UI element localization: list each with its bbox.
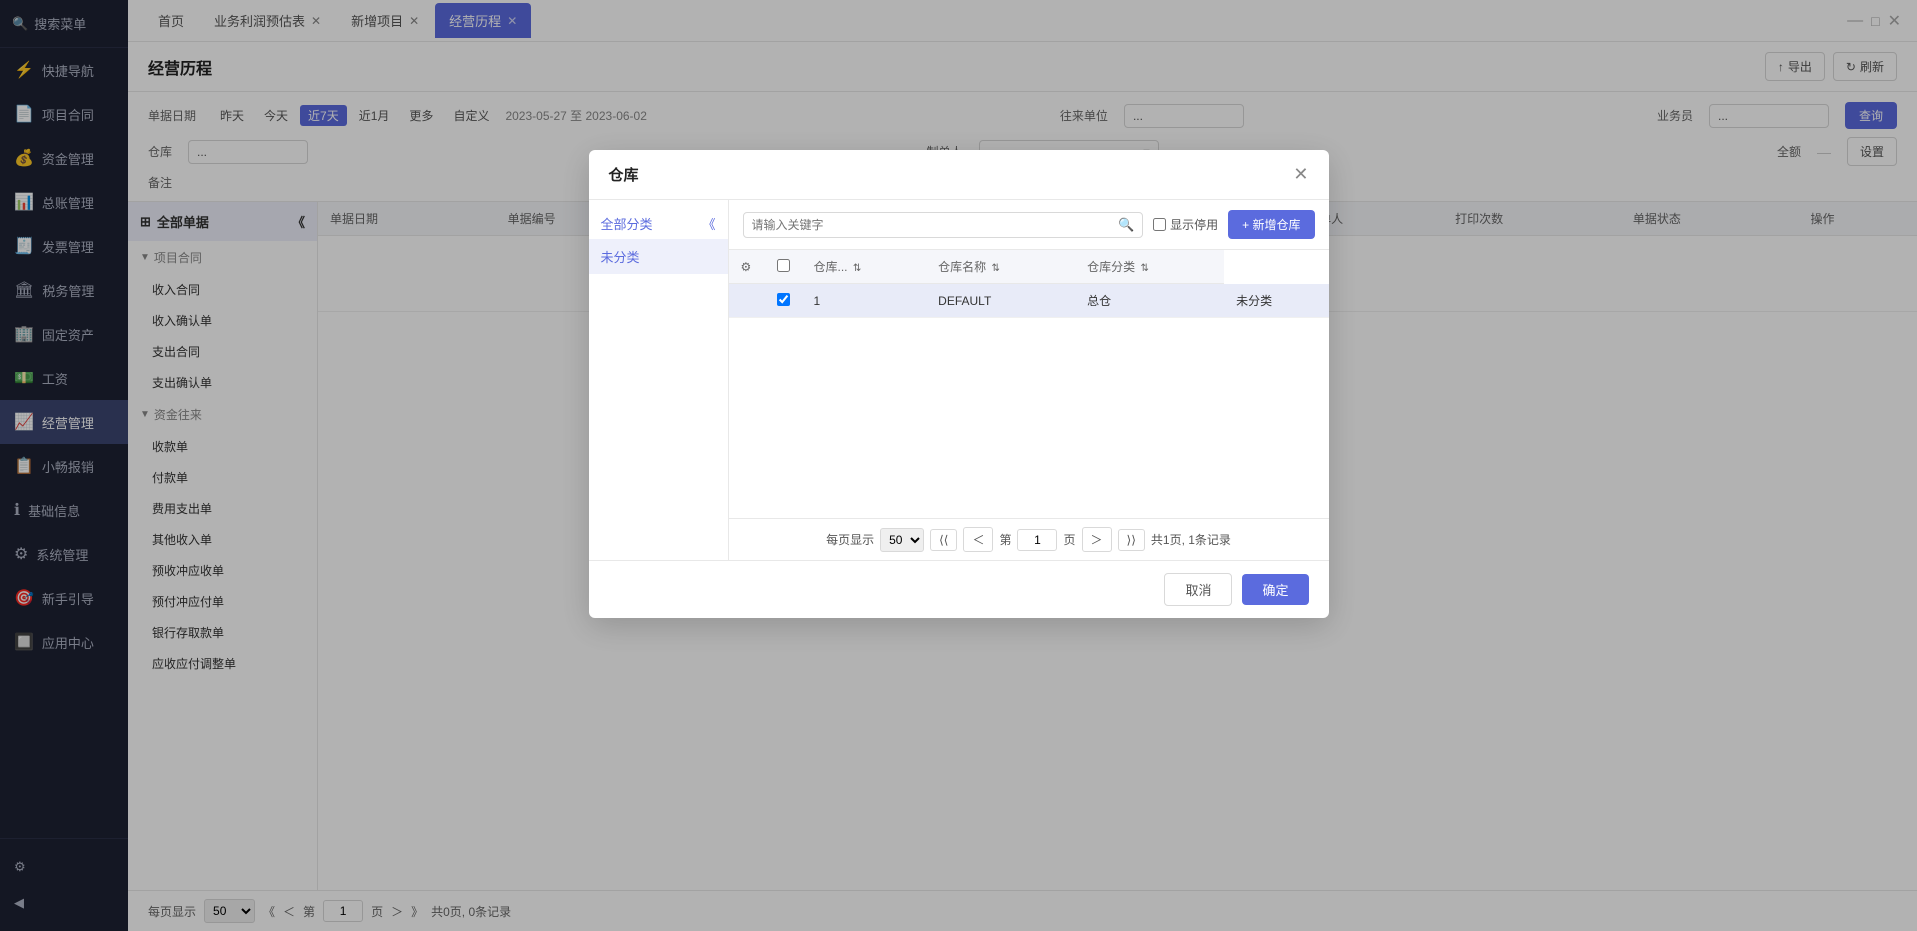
sort-icon-code: ⇅ bbox=[853, 263, 861, 274]
col-category[interactable]: 仓库分类 ⇅ bbox=[1075, 250, 1224, 284]
dialog-first-page[interactable]: ⟨⟨ bbox=[930, 529, 957, 551]
dialog-last-page[interactable]: ⟩⟩ bbox=[1118, 529, 1145, 551]
dialog-page-input[interactable] bbox=[1017, 529, 1057, 551]
dialog-close-button[interactable]: ✕ bbox=[1293, 164, 1308, 185]
dialog-table-wrap: ⚙ 仓库... ⇅ 仓库名称 ⇅ bbox=[729, 250, 1329, 518]
row-name: 总仓 bbox=[1075, 284, 1224, 318]
sort-icon-name: ⇅ bbox=[992, 263, 1000, 274]
dialog-table: ⚙ 仓库... ⇅ 仓库名称 ⇅ bbox=[729, 250, 1329, 318]
row-code: DEFAULT bbox=[926, 284, 1075, 318]
left-panel-collapse-icon[interactable]: 《 bbox=[702, 214, 715, 233]
col-name[interactable]: 仓库名称 ⇅ bbox=[926, 250, 1075, 284]
cancel-button[interactable]: 取消 bbox=[1164, 573, 1232, 606]
row-checkbox[interactable] bbox=[765, 284, 802, 318]
col-settings[interactable]: ⚙ bbox=[729, 250, 765, 284]
dialog-next-page[interactable]: ＞ bbox=[1082, 527, 1112, 552]
dialog-title: 仓库 bbox=[609, 164, 639, 185]
sort-icon-category: ⇅ bbox=[1141, 263, 1149, 274]
uncategorized-item[interactable]: 未分类 bbox=[589, 239, 728, 274]
dialog-toolbar: 🔍 显示停用 + 新增仓库 bbox=[729, 200, 1329, 250]
dialog-header: 仓库 ✕ bbox=[589, 150, 1329, 200]
warehouse-dialog: 仓库 ✕ 全部分类 《 未分类 🔍 显示停用 bbox=[589, 150, 1329, 618]
dialog-search-icon: 🔍 bbox=[1118, 217, 1134, 233]
col-code[interactable]: 仓库... ⇅ bbox=[802, 250, 927, 284]
dialog-footer: 取消 确定 bbox=[589, 560, 1329, 618]
select-all-checkbox[interactable] bbox=[777, 259, 790, 272]
all-categories-item[interactable]: 全部分类 《 bbox=[589, 208, 728, 239]
dialog-per-page-label: 每页显示 bbox=[826, 531, 874, 548]
confirm-button[interactable]: 确定 bbox=[1242, 574, 1308, 605]
row-empty bbox=[729, 284, 765, 318]
dialog-body: 全部分类 《 未分类 🔍 显示停用 + 新增仓库 bbox=[589, 200, 1329, 560]
dialog-search-input[interactable] bbox=[752, 218, 1114, 232]
settings-col-icon: ⚙ bbox=[741, 260, 752, 274]
row-category: 未分类 bbox=[1224, 284, 1328, 318]
dialog-total-info: 共1页, 1条记录 bbox=[1151, 531, 1231, 548]
dialog-table-row[interactable]: 1 DEFAULT 总仓 未分类 bbox=[729, 284, 1329, 318]
dialog-per-page-select[interactable]: 50 bbox=[880, 528, 924, 552]
dialog-left-panel: 全部分类 《 未分类 bbox=[589, 200, 729, 560]
show-disabled-checkbox: 显示停用 bbox=[1153, 216, 1218, 233]
dialog-prev-page[interactable]: ＜ bbox=[963, 527, 993, 552]
dialog-page-suffix: 页 bbox=[1063, 531, 1075, 548]
dialog-table-header-row: ⚙ 仓库... ⇅ 仓库名称 ⇅ bbox=[729, 250, 1329, 284]
row-id: 1 bbox=[802, 284, 927, 318]
add-warehouse-button[interactable]: + 新增仓库 bbox=[1228, 210, 1314, 239]
dialog-page-label: 第 bbox=[999, 531, 1011, 548]
dialog-search-wrap: 🔍 bbox=[743, 212, 1144, 238]
col-checkbox-all[interactable] bbox=[765, 250, 802, 284]
dialog-right-panel: 🔍 显示停用 + 新增仓库 ⚙ bbox=[729, 200, 1329, 560]
show-disabled-check[interactable] bbox=[1153, 218, 1166, 231]
dialog-pagination: 每页显示 50 ⟨⟨ ＜ 第 页 ＞ ⟩⟩ 共1页, 1条记录 bbox=[729, 518, 1329, 560]
